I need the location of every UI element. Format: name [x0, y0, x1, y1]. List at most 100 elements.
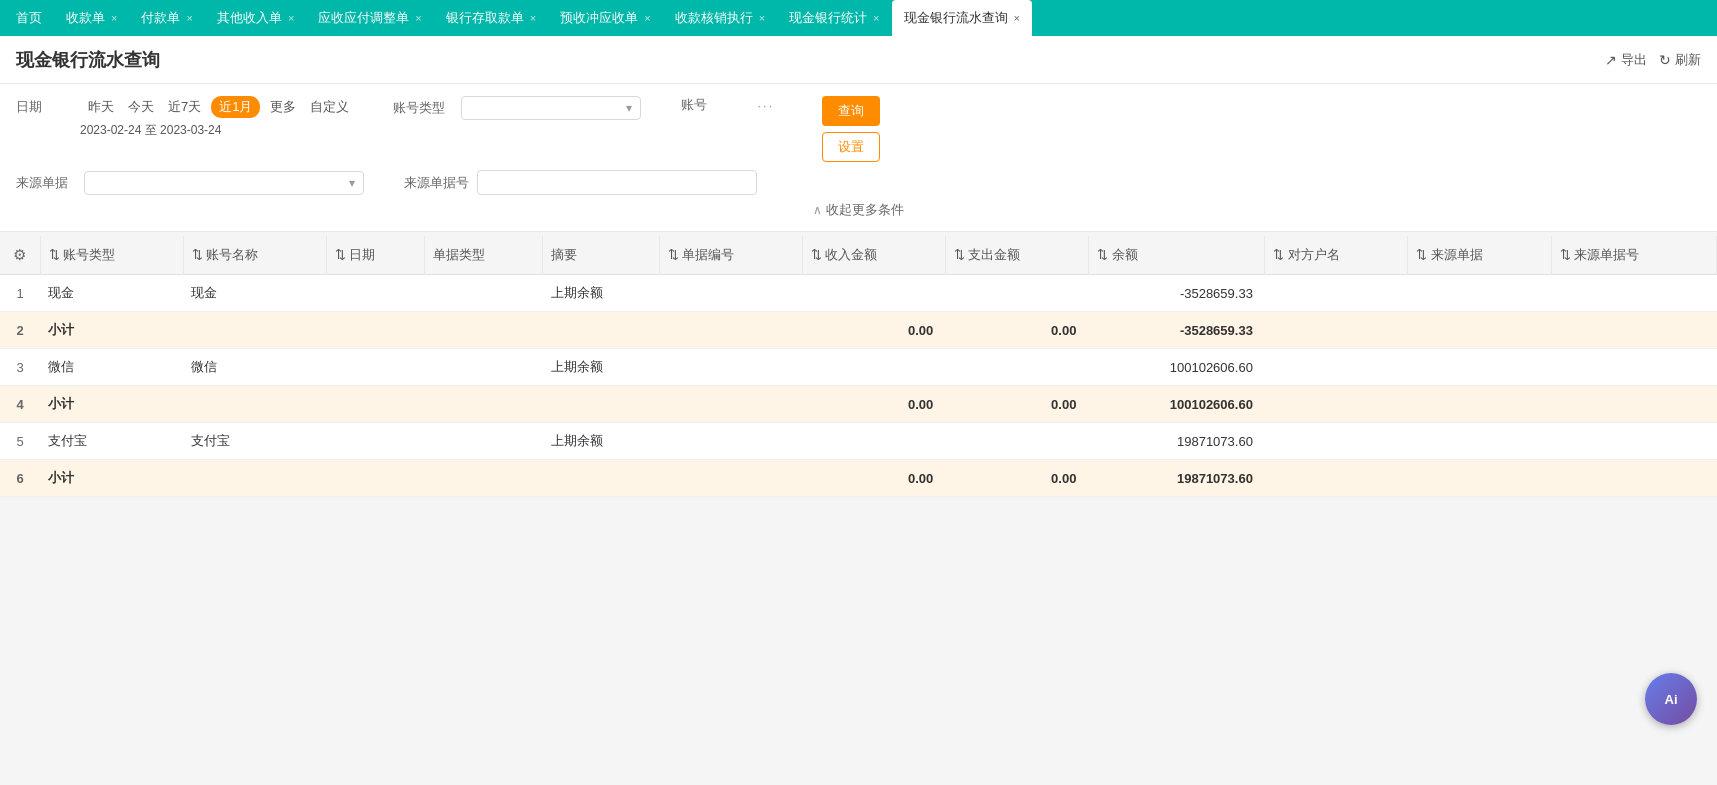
row-date: [326, 460, 425, 497]
collapse-bar[interactable]: ∧ 收起更多条件: [16, 201, 1701, 219]
nav-receipt-close[interactable]: ×: [111, 0, 117, 36]
nav-adjustment-close[interactable]: ×: [415, 0, 421, 36]
row-account-type: 支付宝: [40, 423, 183, 460]
row-expense: 0.00: [945, 312, 1088, 349]
row-income: [802, 349, 945, 386]
date-today[interactable]: 今天: [124, 96, 158, 118]
page-title: 现金银行流水查询: [16, 48, 160, 72]
row-source-doc-no: [1551, 386, 1716, 423]
settings-button[interactable]: 设置: [822, 132, 880, 162]
export-button[interactable]: ↗ 导出: [1605, 51, 1647, 69]
source-doc-label: 来源单据: [16, 174, 76, 192]
source-doc-no-label: 来源单据号: [404, 174, 469, 192]
row-counterpart: [1265, 423, 1408, 460]
row-summary: 上期余额: [543, 423, 659, 460]
row-summary: [543, 386, 659, 423]
row-source-doc-no: [1551, 460, 1716, 497]
row-summary: [543, 312, 659, 349]
gear-icon[interactable]: ⚙: [13, 246, 26, 263]
nav-cash-flow[interactable]: 现金银行流水查询 ×: [892, 0, 1032, 36]
col-account-name[interactable]: ⇅ 账号名称: [183, 236, 326, 275]
row-expense: [945, 423, 1088, 460]
nav-payment[interactable]: 付款单 ×: [129, 0, 204, 36]
nav-collection-exec-close[interactable]: ×: [759, 0, 765, 36]
nav-home[interactable]: 首页: [4, 0, 54, 36]
row-account-type: 小计: [40, 460, 183, 497]
nav-payment-close[interactable]: ×: [186, 0, 192, 36]
nav-bank-deposit[interactable]: 银行存取款单 ×: [434, 0, 548, 36]
row-balance: -3528659.33: [1088, 275, 1265, 312]
row-expense: 0.00: [945, 386, 1088, 423]
col-expense[interactable]: ⇅ 支出金额: [945, 236, 1088, 275]
source-doc-select[interactable]: ▾: [84, 171, 364, 195]
nav-other-income-close[interactable]: ×: [288, 0, 294, 36]
col-date[interactable]: ⇅ 日期: [326, 236, 425, 275]
row-no: 1: [0, 275, 40, 312]
query-button[interactable]: 查询: [822, 96, 880, 126]
account-label: 账号: [681, 96, 741, 114]
nav-cash-flow-close[interactable]: ×: [1014, 0, 1020, 36]
account-type-select[interactable]: ▾: [461, 96, 641, 120]
col-balance[interactable]: ⇅ 余额: [1088, 236, 1265, 275]
collapse-icon: ∧: [813, 203, 822, 217]
col-source-doc[interactable]: ⇅ 来源单据: [1408, 236, 1551, 275]
table-row: 1现金现金上期余额-3528659.33: [0, 275, 1717, 312]
nav-prepay-close[interactable]: ×: [644, 0, 650, 36]
col-income[interactable]: ⇅ 收入金额: [802, 236, 945, 275]
table-row: 5支付宝支付宝上期余额19871073.60: [0, 423, 1717, 460]
source-doc-arrow-icon: ▾: [349, 176, 355, 190]
col-counterpart[interactable]: ⇅ 对方户名: [1265, 236, 1408, 275]
col-doc-no[interactable]: ⇅ 单据编号: [659, 236, 802, 275]
date-more[interactable]: 更多: [266, 96, 300, 118]
source-doc-no-input[interactable]: [477, 170, 757, 195]
date-options: 昨天 今天 近7天 近1月 更多 自定义: [84, 96, 353, 118]
row-doc-type: [425, 275, 543, 312]
row-income: 0.00: [802, 386, 945, 423]
data-table: ⚙ ⇅ 账号类型 ⇅ 账号名称 ⇅ 日期 单据类型 摘要 ⇅ 单据编号 ⇅ 收入…: [0, 236, 1717, 497]
row-source-doc: [1408, 312, 1551, 349]
date-1month[interactable]: 近1月: [211, 96, 260, 118]
source-doc-filter: 来源单据 ▾: [16, 171, 364, 195]
row-no: 6: [0, 460, 40, 497]
row-source-doc-no: [1551, 349, 1716, 386]
nav-bank-deposit-label: 银行存取款单: [446, 0, 524, 36]
date-custom[interactable]: 自定义: [306, 96, 353, 118]
account-type-label: 账号类型: [393, 99, 453, 117]
nav-other-income[interactable]: 其他收入单 ×: [205, 0, 306, 36]
date-7days[interactable]: 近7天: [164, 96, 205, 118]
export-icon: ↗: [1605, 52, 1617, 68]
row-doc-no: [659, 349, 802, 386]
nav-bank-deposit-close[interactable]: ×: [530, 0, 536, 36]
row-expense: 0.00: [945, 460, 1088, 497]
row-no: 4: [0, 386, 40, 423]
date-filter-label: 日期: [16, 98, 76, 116]
nav-adjustment[interactable]: 应收应付调整单 ×: [306, 0, 433, 36]
row-date: [326, 312, 425, 349]
nav-receipt[interactable]: 收款单 ×: [54, 0, 129, 36]
col-settings[interactable]: ⚙: [0, 236, 40, 275]
row-summary: 上期余额: [543, 275, 659, 312]
date-yesterday[interactable]: 昨天: [84, 96, 118, 118]
nav-collection-exec-label: 收款核销执行: [675, 0, 753, 36]
row-account-name: [183, 386, 326, 423]
col-source-doc-no[interactable]: ⇅ 来源单据号: [1551, 236, 1716, 275]
row-source-doc-no: [1551, 275, 1716, 312]
refresh-label: 刷新: [1675, 51, 1701, 69]
row-expense: [945, 275, 1088, 312]
row-counterpart: [1265, 275, 1408, 312]
account-dots[interactable]: ···: [749, 98, 782, 113]
row-account-type: 小计: [40, 386, 183, 423]
refresh-button[interactable]: ↻ 刷新: [1659, 51, 1701, 69]
nav-cash-stat[interactable]: 现金银行统计 ×: [777, 0, 891, 36]
nav-prepay[interactable]: 预收冲应收单 ×: [548, 0, 662, 36]
nav-other-income-label: 其他收入单: [217, 0, 282, 36]
row-balance: 19871073.60: [1088, 460, 1265, 497]
row-doc-no: [659, 460, 802, 497]
col-summary: 摘要: [543, 236, 659, 275]
row-account-type: 微信: [40, 349, 183, 386]
nav-collection-exec[interactable]: 收款核销执行 ×: [663, 0, 777, 36]
col-account-type[interactable]: ⇅ 账号类型: [40, 236, 183, 275]
table-row: 2小计0.000.00-3528659.33: [0, 312, 1717, 349]
nav-cash-stat-close[interactable]: ×: [873, 0, 879, 36]
date-range-display: 2023-02-24 至 2023-03-24: [80, 123, 221, 137]
